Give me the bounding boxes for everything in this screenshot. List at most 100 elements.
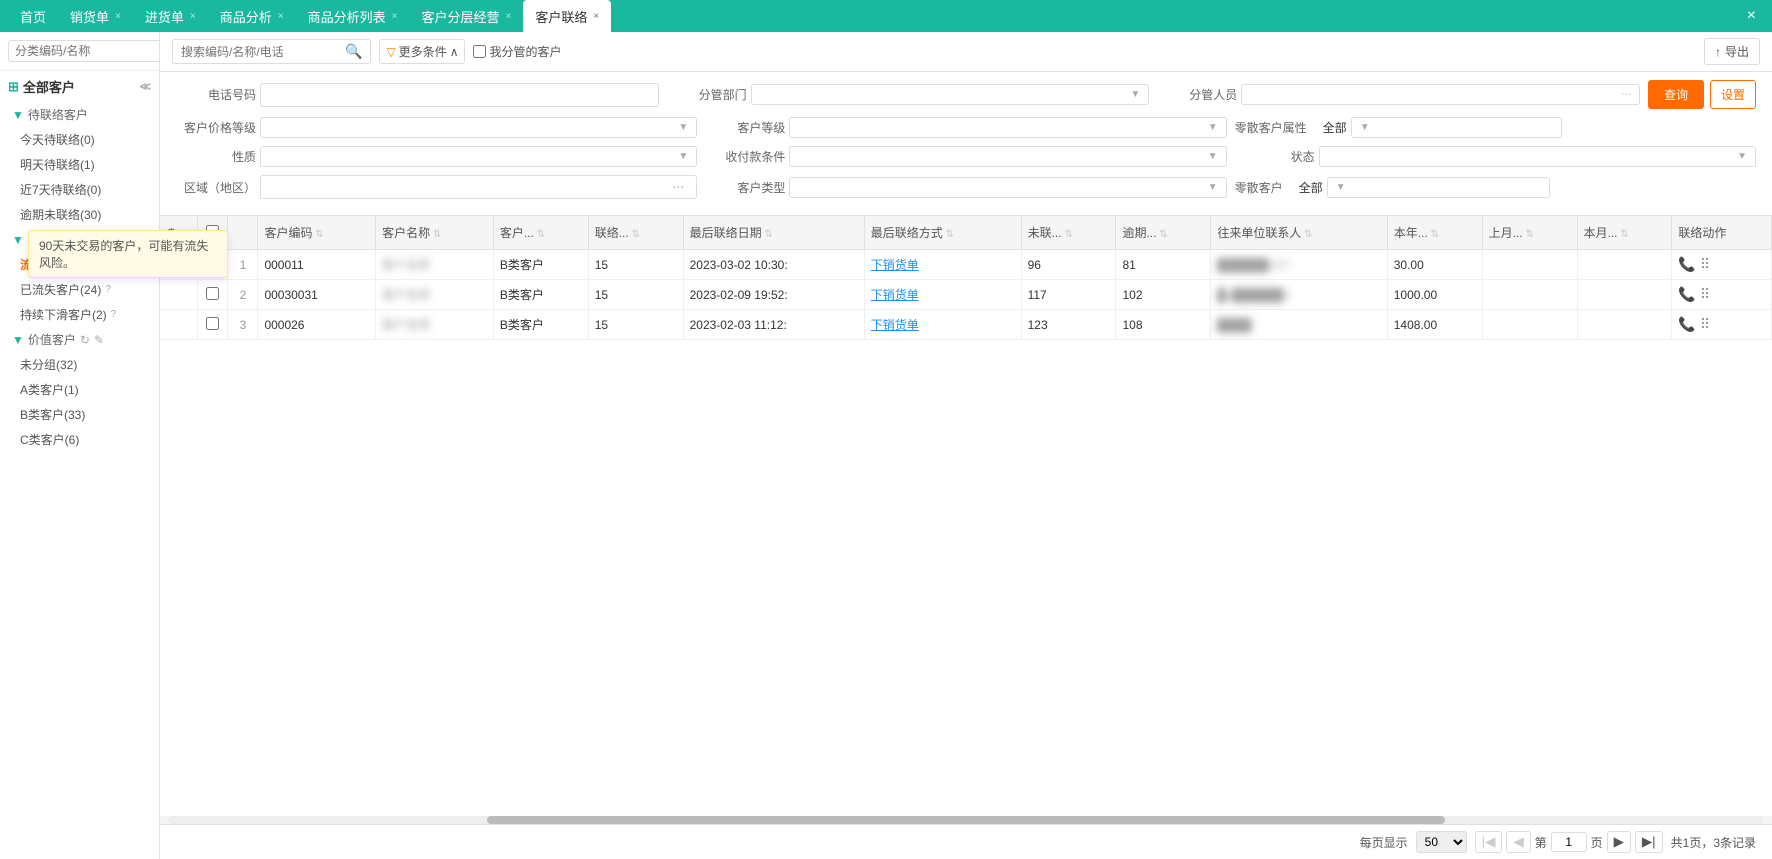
collapse-icon[interactable]: ≪ [139,80,151,93]
phone-input[interactable] [260,83,659,107]
tab-customer-contact[interactable]: 客户联络 × [523,0,611,32]
zero-attr-arrow: ▼ [1360,122,1370,133]
row-checkbox-2[interactable] [206,317,219,330]
more-conditions-button[interactable]: ▽ 更多条件 ∧ [379,39,465,64]
all-customers-header[interactable]: ⊞ 全部客户 ≪ [0,71,159,102]
cell-overdue-2: 108 [1116,310,1211,340]
value-edit-icon[interactable]: ✎ [94,333,104,347]
tab-customer-segment-close[interactable]: × [505,11,511,22]
sidebar-item-churned[interactable]: 已流失客户(24) ? [0,277,159,302]
cell-last-contact-way-1[interactable]: 下销货单 [864,280,1021,310]
per-page-select[interactable]: 50 100 200 [1416,831,1467,853]
sidebar-item-a-class[interactable]: A类客户(1) [0,377,159,402]
filter-col-price-level: 客户价格等级 ▼ [176,117,697,138]
contact-way-link-2[interactable]: 下销货单 [871,318,919,332]
sidebar-search-input[interactable] [8,40,160,62]
cell-name-2: 客户名称 [376,310,494,340]
sidebar-item-b-class[interactable]: B类客户(33) [0,402,159,427]
customer-level-select[interactable]: ▼ [789,117,1226,138]
toolbar-search-icon[interactable]: 🔍 [345,43,362,60]
query-button[interactable]: 查询 [1648,80,1704,109]
toolbar-search-input[interactable] [181,45,341,59]
tab-analysis-list-label: 商品分析列表 [308,7,386,26]
row-checkbox-1[interactable] [206,287,219,300]
tab-analysis-close[interactable]: × [278,11,284,22]
status-arrow: ▼ [1737,151,1747,162]
th-uncontact[interactable]: 未联... [1021,216,1116,250]
action-more-icon-0[interactable]: ⠿ [1700,256,1710,273]
filter-col-area: 区域（地区） ⋯ [176,175,697,199]
app-close-button[interactable]: × [1739,7,1764,25]
tab-home[interactable]: 首页 [8,0,58,32]
th-last-contact-date[interactable]: 最后联络日期 [683,216,864,250]
action-contact-icon-2[interactable]: 📞 [1678,316,1695,333]
th-contact[interactable]: 联络... [588,216,683,250]
sidebar-item-overdue-contact[interactable]: 逾期未联络(30) [0,202,159,227]
th-overdue[interactable]: 逾期... [1116,216,1211,250]
cell-contact-1: 15 [588,280,683,310]
settings-button[interactable]: 设置 [1710,80,1756,109]
tab-customer-segment[interactable]: 客户分层经营 × [409,0,523,32]
prev-page-button[interactable]: ◀ [1506,831,1530,853]
export-button[interactable]: ↑ 导出 [1704,38,1760,65]
horizontal-scrollbar[interactable] [168,816,1764,824]
gender-select[interactable]: ▼ [260,146,697,167]
last-page-button[interactable]: ▶| [1635,831,1663,853]
th-last-contact-way[interactable]: 最后联络方式 [864,216,1021,250]
tab-analysis-list[interactable]: 商品分析列表 × [296,0,410,32]
sidebar-group-value[interactable]: ▼ 价值客户 ↻ ✎ [0,327,159,352]
contact-way-link-0[interactable]: 下销货单 [871,258,919,272]
cell-last-contact-way-2[interactable]: 下销货单 [864,310,1021,340]
th-last-month[interactable]: 上月... [1482,216,1577,250]
sidebar-item-ungroup[interactable]: 未分组(32) [0,352,159,377]
zero-attr-select[interactable]: ▼ [1351,117,1563,138]
dept-select[interactable]: ▼ [751,84,1150,105]
action-contact-icon-0[interactable]: 📞 [1678,256,1695,273]
tab-customer-contact-label: 客户联络 [535,7,587,26]
tab-purchase[interactable]: 进货单 × [133,0,208,32]
sidebar-group-pending[interactable]: ▼ 待联络客户 [0,102,159,127]
sidebar-item-b-label: B类客户(33) [20,406,85,423]
tab-analysis-list-close[interactable]: × [392,11,398,22]
th-this-year[interactable]: 本年... [1387,216,1482,250]
sidebar-item-today-contact[interactable]: 今天待联络(0) [0,127,159,152]
tab-sales[interactable]: 销货单 × [58,0,133,32]
sidebar-item-declining[interactable]: 持续下滑客户(2) ? [0,302,159,327]
value-refresh-icon[interactable]: ↻ [80,333,90,347]
tab-analysis[interactable]: 商品分析 × [208,0,296,32]
tab-sales-close[interactable]: × [115,11,121,22]
sidebar-item-c-class[interactable]: C类客户(6) [0,427,159,452]
status-select[interactable]: ▼ [1319,146,1756,167]
th-this-month[interactable]: 本月... [1577,216,1672,250]
my-customers-toggle[interactable]: 我分管的客户 [473,43,561,60]
th-code[interactable]: 客户编码 [258,216,376,250]
cell-level-1: B类客户 [493,280,588,310]
contact-way-link-1[interactable]: 下销货单 [871,288,919,302]
cell-contact-2: 15 [588,310,683,340]
payment-select[interactable]: ▼ [789,146,1226,167]
person-select[interactable]: ⋯ [1241,84,1640,105]
th-contact-person[interactable]: 往来单位联系人 [1211,216,1387,250]
my-customers-checkbox[interactable] [473,45,486,58]
first-page-button[interactable]: |◀ [1475,831,1503,853]
next-page-button[interactable]: ▶ [1607,831,1631,853]
tab-purchase-close[interactable]: × [190,11,196,22]
page-number-input[interactable] [1551,832,1587,852]
filter-col-customer-type: 客户类型 ▼ [705,177,1226,198]
action-contact-icon-1[interactable]: 📞 [1678,286,1695,303]
tab-customer-contact-close[interactable]: × [593,11,599,22]
customer-type-select[interactable]: ▼ [789,177,1226,198]
zero-customer-label: 零散客户 [1235,179,1283,196]
sidebar-item-week-contact[interactable]: 近7天待联络(0) [0,177,159,202]
zero-customer-select[interactable]: ▼ [1327,177,1551,198]
area-select[interactable]: ⋯ [260,175,697,199]
sidebar-item-tomorrow-contact[interactable]: 明天待联络(1) [0,152,159,177]
th-name[interactable]: 客户名称 [376,216,494,250]
filter-col-payment: 收付款条件 ▼ [705,146,1226,167]
action-more-icon-1[interactable]: ⠿ [1700,286,1710,303]
action-more-icon-2[interactable]: ⠿ [1700,316,1710,333]
price-level-select[interactable]: ▼ [260,117,697,138]
th-action: 联络动作 [1672,216,1772,250]
cell-last-contact-way-0[interactable]: 下销货单 [864,250,1021,280]
th-level[interactable]: 客户... [493,216,588,250]
